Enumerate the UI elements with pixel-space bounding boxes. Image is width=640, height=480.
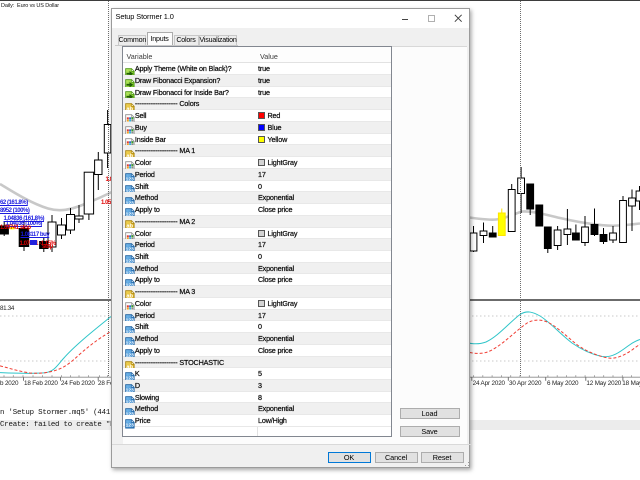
svg-text:123: 123 (126, 423, 134, 429)
